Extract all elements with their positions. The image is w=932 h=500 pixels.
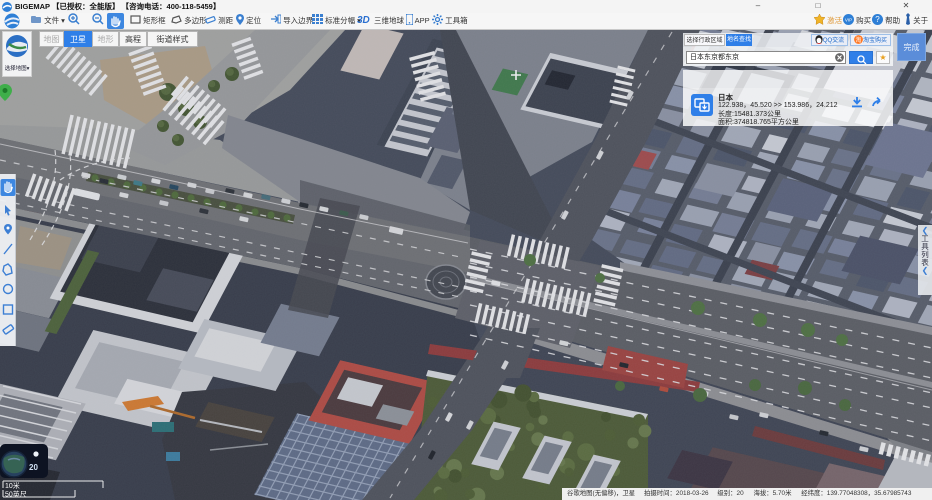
svg-text:VIP: VIP bbox=[845, 18, 852, 23]
svg-text:?: ? bbox=[875, 15, 880, 24]
svg-text:50英尺: 50英尺 bbox=[5, 490, 27, 499]
svg-text:10米: 10米 bbox=[5, 481, 20, 490]
svg-text:淘: 淘 bbox=[855, 36, 861, 44]
